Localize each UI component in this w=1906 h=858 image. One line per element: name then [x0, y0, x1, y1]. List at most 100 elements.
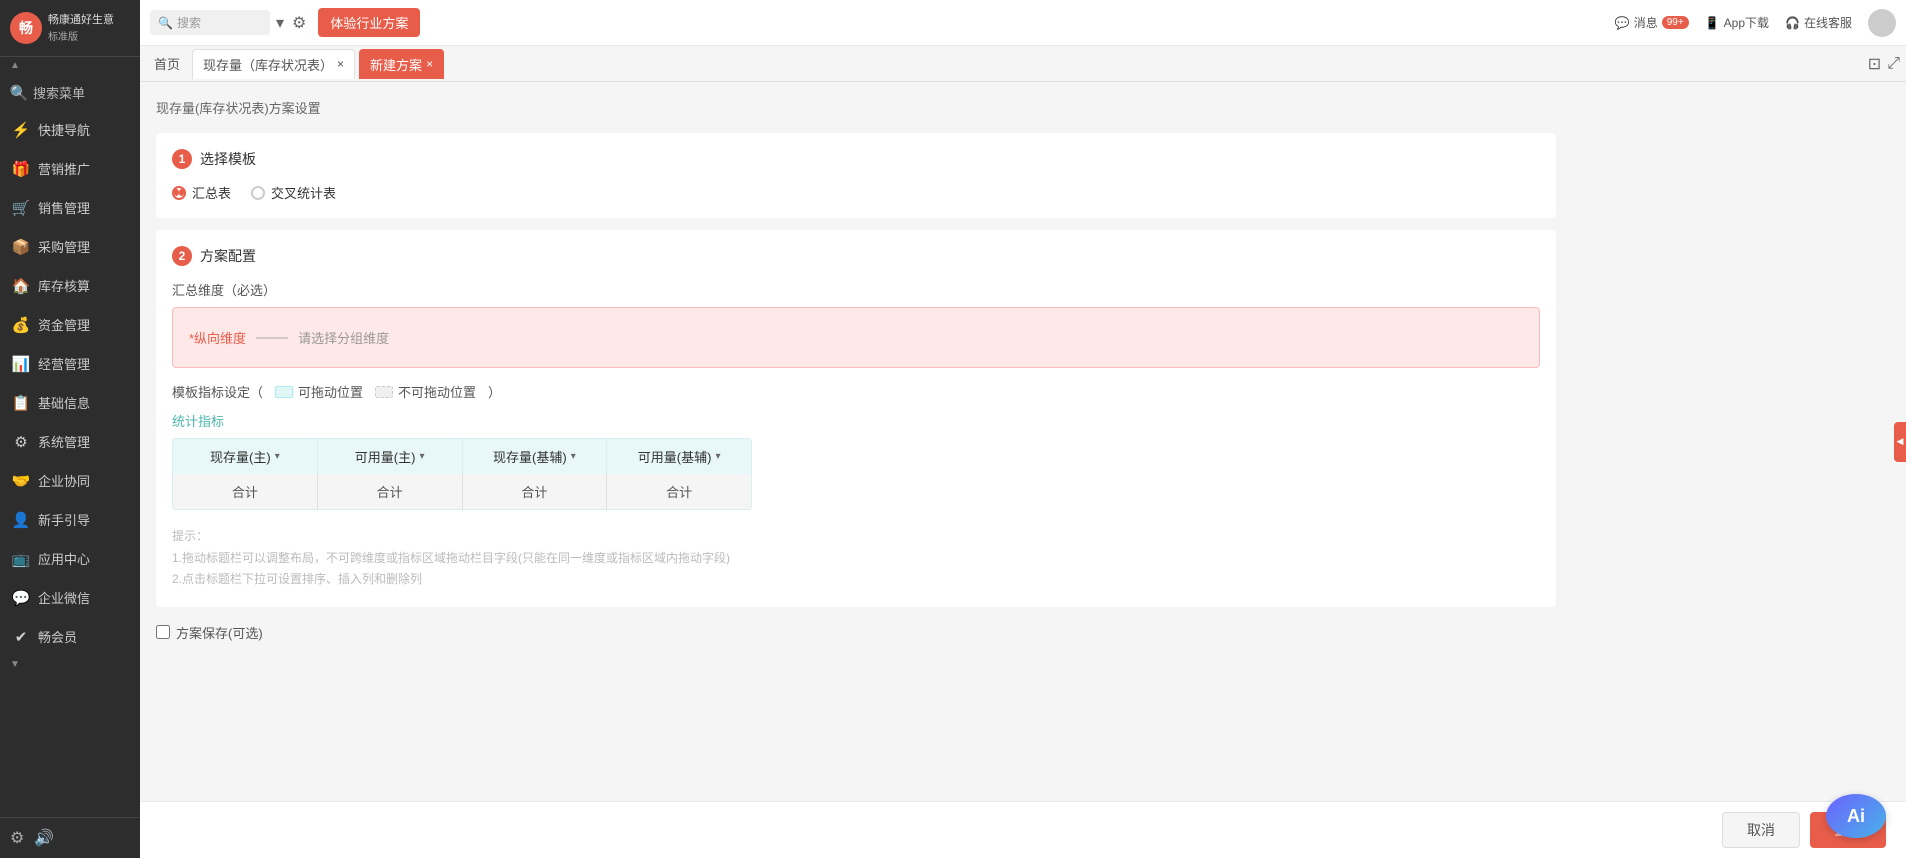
app-name: 畅康通好生意	[48, 13, 114, 28]
trial-button[interactable]: 体验行业方案	[318, 8, 420, 37]
sidebar-item-label: 资金管理	[38, 315, 90, 334]
sidebar-item-marketing[interactable]: 🎁 营销推广	[0, 149, 140, 188]
non-draggable-color-swatch	[375, 386, 393, 398]
dimension-divider: ——	[256, 329, 288, 347]
save-checkbox[interactable]	[156, 625, 170, 639]
footer-bar: 取消 查询	[140, 801, 1906, 858]
tab-expand-button[interactable]: ⤢	[1887, 54, 1900, 74]
vip-icon: ✔	[12, 628, 30, 646]
sidebar-item-basic-info[interactable]: 📋 基础信息	[0, 383, 140, 422]
sidebar-item-label: 应用中心	[38, 549, 90, 568]
stats-cell-1: 合计	[318, 474, 463, 509]
tab-new-scheme-label: 新建方案	[370, 55, 422, 74]
sidebar-item-app-center[interactable]: 📺 应用中心	[0, 539, 140, 578]
topbar-settings-icon[interactable]: ⚙	[292, 13, 306, 33]
tab-collapse-button[interactable]: ⊡	[1868, 54, 1881, 74]
stats-col-0[interactable]: 现存量(主) ▾	[173, 439, 318, 474]
sidebar-item-system-mgmt[interactable]: ⚙ 系统管理	[0, 422, 140, 461]
radio-summary-circle	[172, 186, 186, 200]
settings-icon[interactable]: ⚙	[10, 828, 24, 848]
sidebar-item-quick-nav[interactable]: ⚡ 快捷导航	[0, 110, 140, 149]
template-setting-label: 模板指标设定（	[172, 382, 263, 401]
save-checkbox-area: 方案保存(可选)	[156, 623, 1556, 642]
non-draggable-label: 不可拖动位置	[398, 382, 476, 401]
app-download-button[interactable]: 📱 App下载	[1705, 14, 1769, 31]
template-setting-close: ）	[488, 382, 501, 401]
ai-badge[interactable]: Ai	[1826, 794, 1886, 838]
sidebar-item-label: 基础信息	[38, 393, 90, 412]
stats-col-3[interactable]: 可用量(基辅) ▾	[607, 439, 751, 474]
sidebar-item-finance[interactable]: 💰 资金管理	[0, 305, 140, 344]
step1-header: 1 选择模板	[172, 149, 1540, 169]
sidebar: 畅 畅康通好生意 标准版 ▲ 🔍 搜索菜单 ⚡ 快捷导航 🎁 营销推广 🛒 销售…	[0, 0, 140, 858]
scroll-down-arrow[interactable]: ▼	[10, 660, 20, 670]
radio-cross-circle	[251, 186, 265, 200]
main-area: 🔍 搜索 ▾ ⚙ 体验行业方案 💬 消息 99+ 📱 App下载 🎧 在线客服	[140, 0, 1906, 858]
radio-summary-label: 汇总表	[192, 183, 231, 202]
app-center-icon: 📺	[12, 550, 30, 568]
stats-col-3-label: 可用量(基辅)	[638, 447, 712, 466]
cancel-button[interactable]: 取消	[1722, 812, 1800, 848]
stats-col-1-label: 可用量(主)	[355, 447, 416, 466]
stats-col-1-chevron: ▾	[419, 451, 424, 462]
template-setting: 模板指标设定（ 可拖动位置 不可拖动位置 ）	[172, 382, 1540, 401]
sidebar-item-label: 新手引导	[38, 510, 90, 529]
phone-icon: 📱	[1705, 16, 1720, 30]
sidebar-item-label: 企业协同	[38, 471, 90, 490]
sidebar-item-purchase-mgmt[interactable]: 📦 采购管理	[0, 227, 140, 266]
content-area: 现存量(库存状况表)方案设置 1 选择模板 汇总表 交	[140, 82, 1906, 801]
online-service-button[interactable]: 🎧 在线客服	[1785, 14, 1852, 31]
page-title: 现存量(库存状况表)方案设置	[156, 98, 1556, 117]
tab-home[interactable]: 首页	[146, 49, 188, 79]
stats-col-1[interactable]: 可用量(主) ▾	[318, 439, 463, 474]
topbar: 🔍 搜索 ▾ ⚙ 体验行业方案 💬 消息 99+ 📱 App下载 🎧 在线客服	[140, 0, 1906, 46]
sidebar-item-operations[interactable]: 📊 经营管理	[0, 344, 140, 383]
message-badge: 99+	[1662, 16, 1689, 29]
dimension-required: *纵向维度	[189, 328, 246, 347]
inventory-icon: 🏠	[12, 277, 30, 295]
user-avatar[interactable]	[1868, 9, 1896, 37]
sidebar-item-label: 快捷导航	[38, 120, 90, 139]
purchase-icon: 📦	[12, 238, 30, 256]
headphone-icon: 🎧	[1785, 16, 1800, 30]
stats-col-2[interactable]: 现存量(基辅) ▾	[463, 439, 608, 474]
sidebar-item-search-menu[interactable]: 🔍 搜索菜单	[0, 75, 140, 110]
dimension-area[interactable]: *纵向维度 —— 请选择分组维度	[172, 307, 1540, 368]
collapse-panel-button[interactable]: ◀	[1894, 422, 1906, 462]
tip-2: 2.点击标题栏下拉可设置排序、插入列和删除列	[172, 569, 1540, 591]
sidebar-item-label: 销售管理	[38, 198, 90, 217]
tabs-bar: 首页 现存量（库存状况表） × 新建方案 × ⊡ ⤢	[140, 46, 1906, 82]
sidebar-item-inventory[interactable]: 🏠 库存核算	[0, 266, 140, 305]
sidebar-item-enterprise[interactable]: 🤝 企业协同	[0, 461, 140, 500]
sidebar-item-label: 系统管理	[38, 432, 90, 451]
template-radio-group: 汇总表 交叉统计表	[172, 183, 1540, 202]
sidebar-item-label: 采购管理	[38, 237, 90, 256]
system-mgmt-icon: ⚙	[12, 433, 30, 451]
sidebar-item-newbie[interactable]: 👤 新手引导	[0, 500, 140, 539]
sidebar-item-label: 畅会员	[38, 627, 77, 646]
radio-summary[interactable]: 汇总表	[172, 183, 231, 202]
sidebar-item-vip[interactable]: ✔ 畅会员	[0, 617, 140, 656]
message-button[interactable]: 💬 消息 99+	[1615, 14, 1689, 31]
sidebar-item-sales-mgmt[interactable]: 🛒 销售管理	[0, 188, 140, 227]
radio-cross[interactable]: 交叉统计表	[251, 183, 336, 202]
step1-section: 1 选择模板 汇总表 交叉统计表	[156, 133, 1556, 218]
topbar-search-box[interactable]: 🔍 搜索	[150, 10, 270, 35]
sound-icon[interactable]: 🔊	[34, 828, 54, 848]
sidebar-item-wechat[interactable]: 💬 企业微信	[0, 578, 140, 617]
stats-title: 统计指标	[172, 411, 1540, 430]
step2-header: 2 方案配置	[172, 246, 1540, 266]
topbar-dropdown-button[interactable]: ▾	[276, 13, 284, 33]
tab-new-scheme-close[interactable]: ×	[426, 57, 433, 71]
stats-col-2-chevron: ▾	[571, 451, 576, 462]
tab-inventory[interactable]: 现存量（库存状况表） ×	[192, 49, 355, 79]
search-icon: 🔍	[10, 84, 28, 102]
stats-cell-2: 合计	[463, 474, 608, 509]
sidebar-search-label: 搜索菜单	[33, 83, 85, 102]
radio-cross-label: 交叉统计表	[271, 183, 336, 202]
save-checkbox-label: 方案保存(可选)	[176, 623, 263, 642]
tab-new-scheme[interactable]: 新建方案 ×	[359, 49, 444, 79]
scroll-up-arrow[interactable]: ▲	[10, 61, 20, 71]
legend-non-draggable: 不可拖动位置	[375, 382, 476, 401]
tab-inventory-close[interactable]: ×	[337, 57, 344, 71]
